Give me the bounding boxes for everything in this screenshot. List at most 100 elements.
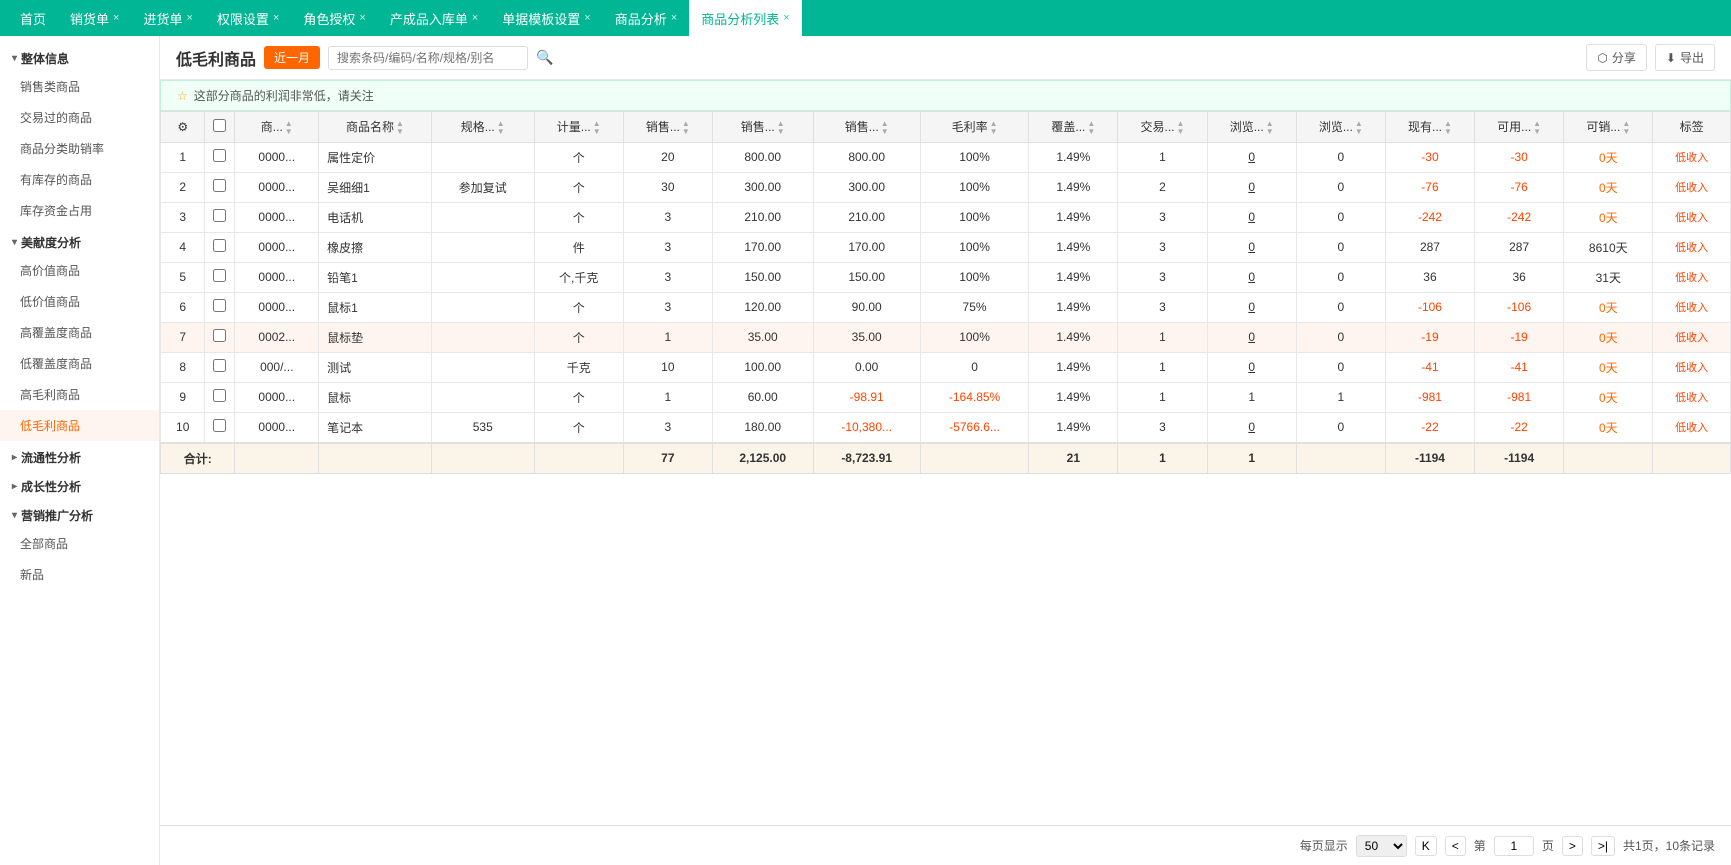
sidebar-item-low-value[interactable]: 低价值商品	[0, 286, 159, 317]
col-browse1[interactable]: 浏览...▲▼	[1207, 112, 1296, 143]
sidebar-item-all-products[interactable]: 全部商品	[0, 528, 159, 559]
row-name[interactable]: 橡皮擦	[319, 232, 432, 262]
row-name[interactable]: 鼠标	[319, 382, 432, 412]
page-number-input[interactable]	[1494, 836, 1534, 856]
sidebar-item-traded-products[interactable]: 交易过的商品	[0, 102, 159, 133]
trade-link[interactable]: 0	[1248, 420, 1255, 434]
row-trade[interactable]: 0	[1207, 322, 1296, 352]
col-sales-amount[interactable]: 销售...▲▼	[712, 112, 813, 143]
row-trade[interactable]: 0	[1207, 352, 1296, 382]
row-select-checkbox[interactable]	[213, 149, 226, 162]
row-checkbox[interactable]	[205, 142, 235, 172]
row-trade[interactable]: 0	[1207, 202, 1296, 232]
row-name[interactable]: 吴细细1	[319, 172, 432, 202]
select-all-checkbox[interactable]	[213, 119, 226, 132]
row-trade[interactable]: 0	[1207, 172, 1296, 202]
sidebar-item-sales-products[interactable]: 销售类商品	[0, 71, 159, 102]
trade-link[interactable]: 0	[1248, 300, 1255, 314]
sidebar-group-growth[interactable]: ▸ 成长性分析	[0, 470, 159, 499]
trade-link[interactable]: 0	[1248, 210, 1255, 224]
trade-link[interactable]: 0	[1248, 180, 1255, 194]
nav-role-auth[interactable]: 角色授权 ×	[291, 0, 377, 36]
row-name[interactable]: 属性定价	[319, 142, 432, 172]
nav-purchase-order[interactable]: 进货单 ×	[131, 0, 204, 36]
nav-product-analysis-list[interactable]: 商品分析列表 ×	[689, 0, 801, 36]
nav-sales-order-close[interactable]: ×	[113, 12, 119, 24]
nav-home[interactable]: 首页	[8, 0, 58, 36]
nav-purchase-order-close[interactable]: ×	[186, 12, 192, 24]
row-select-checkbox[interactable]	[213, 269, 226, 282]
row-checkbox[interactable]	[205, 382, 235, 412]
nav-product-analysis[interactable]: 商品分析 ×	[603, 0, 689, 36]
row-select-checkbox[interactable]	[213, 419, 226, 432]
col-settings[interactable]: ⚙	[161, 112, 205, 143]
trade-link[interactable]: 0	[1248, 270, 1255, 284]
sidebar-group-contribution[interactable]: ▾ 美献度分析	[0, 226, 159, 255]
trade-link[interactable]: 0	[1248, 150, 1255, 164]
sidebar-group-marketing[interactable]: ▾ 营销推广分析	[0, 499, 159, 528]
nav-product-analysis-close[interactable]: ×	[671, 12, 677, 24]
nav-permission-settings[interactable]: 权限设置 ×	[205, 0, 291, 36]
sidebar-item-high-gross[interactable]: 高毛利商品	[0, 379, 159, 410]
row-select-checkbox[interactable]	[213, 209, 226, 222]
row-select-checkbox[interactable]	[213, 359, 226, 372]
row-name[interactable]: 鼠标1	[319, 292, 432, 322]
row-trade[interactable]: 0	[1207, 142, 1296, 172]
nav-role-auth-close[interactable]: ×	[359, 12, 365, 24]
nav-bill-template[interactable]: 单据模板设置 ×	[490, 0, 602, 36]
col-name[interactable]: 商品名称▲▼	[319, 112, 432, 143]
col-code[interactable]: 商...▲▼	[235, 112, 319, 143]
per-page-select[interactable]: 50 100 200	[1356, 835, 1407, 857]
next-page-button[interactable]: >	[1562, 836, 1583, 856]
sidebar-item-low-coverage[interactable]: 低覆盖度商品	[0, 348, 159, 379]
row-name[interactable]: 鼠标垫	[319, 322, 432, 352]
trade-link[interactable]: 0	[1248, 240, 1255, 254]
row-name[interactable]: 测试	[319, 352, 432, 382]
sidebar-group-circulation[interactable]: ▸ 流通性分析	[0, 441, 159, 470]
nav-product-inbound[interactable]: 产成品入库单 ×	[378, 0, 490, 36]
col-saleable[interactable]: 可销...▲▼	[1564, 112, 1653, 143]
export-button[interactable]: ⬇ 导出	[1655, 44, 1715, 71]
col-gross-rate[interactable]: 毛利率▲▼	[920, 112, 1028, 143]
first-page-button[interactable]: K	[1415, 836, 1437, 856]
col-browse2[interactable]: 浏览...▲▼	[1296, 112, 1385, 143]
row-name[interactable]: 电话机	[319, 202, 432, 232]
row-checkbox[interactable]	[205, 172, 235, 202]
row-select-checkbox[interactable]	[213, 329, 226, 342]
share-button[interactable]: ⬡ 分享	[1586, 44, 1647, 71]
row-name[interactable]: 铅笔1	[319, 262, 432, 292]
row-trade[interactable]: 0	[1207, 262, 1296, 292]
search-input[interactable]	[328, 46, 528, 70]
col-trade[interactable]: 交易...▲▼	[1118, 112, 1207, 143]
last-page-button[interactable]: >|	[1591, 836, 1615, 856]
nav-bill-template-close[interactable]: ×	[584, 12, 590, 24]
filter-recent-month-button[interactable]: 近一月	[264, 46, 320, 69]
sidebar-item-high-coverage[interactable]: 高覆盖度商品	[0, 317, 159, 348]
row-trade[interactable]: 0	[1207, 292, 1296, 322]
prev-page-button[interactable]: <	[1445, 836, 1466, 856]
nav-permission-settings-close[interactable]: ×	[273, 12, 279, 24]
sidebar-item-high-value[interactable]: 高价值商品	[0, 255, 159, 286]
row-checkbox[interactable]	[205, 232, 235, 262]
row-checkbox[interactable]	[205, 292, 235, 322]
col-sales-qty[interactable]: 销售...▲▼	[623, 112, 712, 143]
row-trade[interactable]: 0	[1207, 232, 1296, 262]
sidebar-item-inventory-capital[interactable]: 库存资金占用	[0, 195, 159, 226]
nav-sales-order[interactable]: 销货单 ×	[58, 0, 131, 36]
sidebar-group-overall[interactable]: ▾ 整体信息	[0, 42, 159, 71]
col-select-all[interactable]	[205, 112, 235, 143]
col-available[interactable]: 可用...▲▼	[1475, 112, 1564, 143]
row-checkbox[interactable]	[205, 262, 235, 292]
row-select-checkbox[interactable]	[213, 239, 226, 252]
sidebar-item-new-products[interactable]: 新品	[0, 559, 159, 590]
row-checkbox[interactable]	[205, 202, 235, 232]
col-spec[interactable]: 规格...▲▼	[431, 112, 534, 143]
col-stock[interactable]: 现有...▲▼	[1385, 112, 1474, 143]
row-checkbox[interactable]	[205, 322, 235, 352]
col-sales-profit[interactable]: 销售...▲▼	[813, 112, 920, 143]
row-select-checkbox[interactable]	[213, 179, 226, 192]
nav-product-analysis-list-close[interactable]: ×	[783, 12, 789, 24]
sidebar-item-stocked-products[interactable]: 有库存的商品	[0, 164, 159, 195]
nav-product-inbound-close[interactable]: ×	[472, 12, 478, 24]
row-trade[interactable]: 0	[1207, 412, 1296, 443]
